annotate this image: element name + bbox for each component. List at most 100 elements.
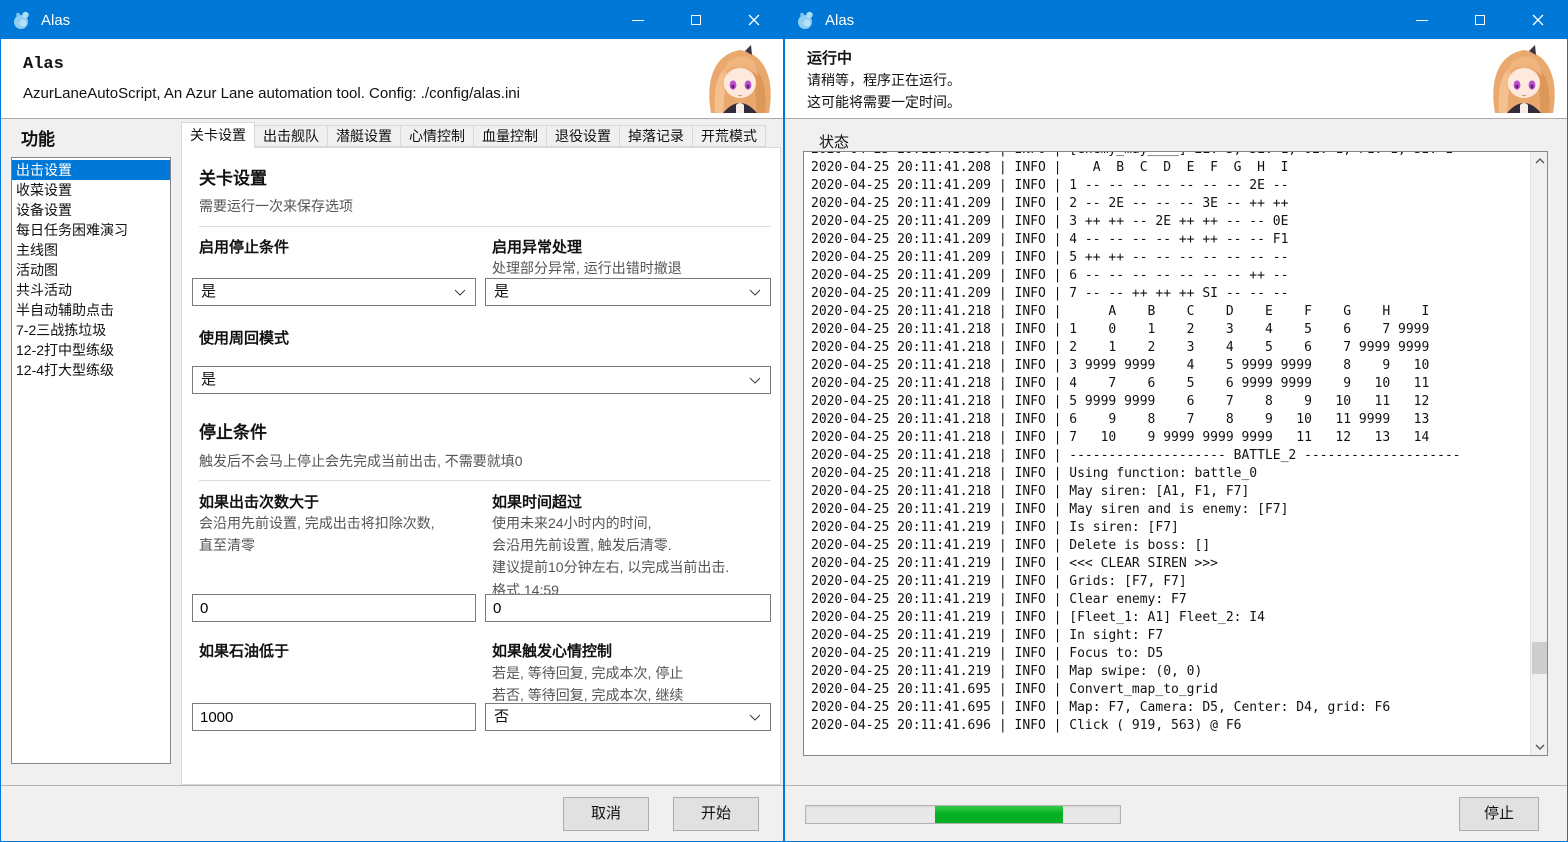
log-line: 2020-04-25 20:11:41.219 | INFO | In sigh…	[811, 627, 1529, 645]
scrollbar-up-button[interactable]	[1531, 152, 1548, 169]
divider	[199, 226, 771, 227]
log-line: 2020-04-25 20:11:41.209 | INFO | 6 -- --…	[811, 267, 1529, 285]
log-line: 2020-04-25 20:11:41.219 | INFO | Clear e…	[811, 591, 1529, 609]
minimize-icon	[1416, 20, 1428, 21]
sidebar-heading: 功能	[21, 125, 55, 150]
close-button[interactable]	[1509, 1, 1567, 39]
stop-section-title: 停止条件	[199, 418, 267, 443]
progress-bar	[805, 805, 1121, 824]
sidebar-item[interactable]: 每日任务困难演习	[12, 220, 170, 240]
loop-mode-value: 是	[201, 371, 216, 388]
log-line: 2020-04-25 20:11:41.219 | INFO | Delete …	[811, 537, 1529, 555]
tab[interactable]: 开荒模式	[692, 125, 766, 147]
if-mood-label: 如果触发心情控制	[492, 640, 612, 661]
progress-bar-fill	[935, 806, 1064, 823]
start-button[interactable]: 开始	[673, 797, 759, 831]
log-line: 2020-04-25 20:11:41.209 | INFO | 5 ++ ++…	[811, 249, 1529, 267]
log-line: 2020-04-25 20:11:41.219 | INFO | Is sire…	[811, 519, 1529, 537]
tab[interactable]: 潜艇设置	[327, 125, 401, 147]
sidebar-item[interactable]: 活动图	[12, 260, 170, 280]
stop-button[interactable]: 停止	[1459, 797, 1539, 831]
log-line: 2020-04-25 20:11:41.209 | INFO | 1 -- --…	[811, 177, 1529, 195]
running-header: 运行中 请稍等，程序正在运行。 这可能将需要一定时间。	[785, 39, 1567, 119]
maximize-icon	[691, 15, 701, 25]
cancel-button[interactable]: 取消	[563, 797, 649, 831]
window-settings: Alas Alas AzurLaneAutoScript, An Azur La…	[0, 0, 784, 842]
tab[interactable]: 出击舰队	[254, 125, 328, 147]
if-oil-input[interactable]	[192, 703, 476, 731]
sidebar-item[interactable]: 出击设置	[12, 160, 170, 180]
maximize-button[interactable]	[667, 1, 725, 39]
sidebar-item[interactable]: 半自动辅助点击	[12, 300, 170, 320]
log-line: 2020-04-25 20:11:41.695 | INFO | Convert…	[811, 681, 1529, 699]
enable-exception-select[interactable]: 是	[485, 278, 771, 306]
if-time-desc2: 会沿用先前设置, 触发后清零.	[492, 535, 672, 555]
sidebar-item[interactable]: 收菜设置	[12, 180, 170, 200]
log-line: 2020-04-25 20:11:41.219 | INFO | Grids: …	[811, 573, 1529, 591]
divider	[199, 480, 771, 481]
maximize-button[interactable]	[1451, 1, 1509, 39]
tab[interactable]: 心情控制	[400, 125, 474, 147]
sidebar-item[interactable]: 共斗活动	[12, 280, 170, 300]
loop-mode-select[interactable]: 是	[192, 366, 771, 394]
enable-exception-desc: 处理部分异常, 运行出错时撤退	[492, 258, 682, 278]
enable-stop-value: 是	[201, 283, 216, 300]
log-box[interactable]: 2020-04-25 20:11:41.208 | INFO | [enemy_…	[803, 151, 1548, 756]
minimize-button[interactable]	[1393, 1, 1451, 39]
log-line: 2020-04-25 20:11:41.208 | INFO | A B C D…	[811, 159, 1529, 177]
section-title: 关卡设置	[199, 164, 267, 189]
tab[interactable]: 关卡设置	[181, 122, 255, 148]
if-count-label: 如果出击次数大于	[199, 491, 319, 512]
sidebar-item[interactable]: 主线图	[12, 240, 170, 260]
if-time-input[interactable]	[485, 594, 771, 622]
log-scrollbar[interactable]	[1530, 152, 1547, 755]
tab-bar: 关卡设置出击舰队潜艇设置心情控制血量控制退役设置掉落记录开荒模式	[181, 122, 766, 148]
if-count-desc1: 会沿用先前设置, 完成出击将扣除次数,	[199, 513, 435, 533]
log-line: 2020-04-25 20:11:41.209 | INFO | 2 -- 2E…	[811, 195, 1529, 213]
sidebar-item[interactable]: 7-2三战拣垃圾	[12, 320, 170, 340]
chevron-down-icon	[1535, 744, 1545, 750]
if-count-desc2: 直至清零	[199, 535, 255, 555]
running-footer: 停止	[785, 785, 1567, 840]
log-line: 2020-04-25 20:11:41.218 | INFO | 3 9999 …	[811, 357, 1529, 375]
tab[interactable]: 掉落记录	[619, 125, 693, 147]
alas-logo-icon	[796, 10, 816, 30]
if-mood-select[interactable]: 否	[485, 703, 771, 731]
log-line: 2020-04-25 20:11:41.218 | INFO | -------…	[811, 447, 1529, 465]
scrollbar-thumb[interactable]	[1532, 642, 1547, 674]
chevron-down-icon	[454, 289, 466, 297]
chevron-down-icon	[749, 714, 761, 722]
sidebar-item[interactable]: 12-2打中型练级	[12, 340, 170, 360]
if-oil-label: 如果石油低于	[199, 640, 289, 661]
scrollbar-down-button[interactable]	[1531, 738, 1548, 755]
running-line2: 这可能将需要一定时间。	[807, 92, 961, 112]
log-line: 2020-04-25 20:11:41.219 | INFO | May sir…	[811, 501, 1529, 519]
tab[interactable]: 退役设置	[546, 125, 620, 147]
settings-body: 功能 出击设置收菜设置设备设置每日任务困难演习主线图活动图共斗活动半自动辅助点击…	[1, 119, 783, 840]
enable-stop-select[interactable]: 是	[192, 278, 476, 306]
loop-mode-label: 使用周回模式	[199, 327, 289, 348]
if-time-desc1: 使用未来24小时内的时间,	[492, 513, 651, 533]
enable-exception-value: 是	[494, 283, 509, 300]
chevron-down-icon	[749, 377, 761, 385]
if-count-input[interactable]	[192, 594, 476, 622]
close-button[interactable]	[725, 1, 783, 39]
titlebar[interactable]: Alas	[1, 1, 783, 39]
log-line: 2020-04-25 20:11:41.209 | INFO | 7 -- --…	[811, 285, 1529, 303]
desktop: Alas Alas AzurLaneAutoScript, An Azur La…	[0, 0, 1568, 842]
function-list[interactable]: 出击设置收菜设置设备设置每日任务困难演习主线图活动图共斗活动半自动辅助点击7-2…	[11, 157, 171, 764]
chevron-up-icon	[1535, 158, 1545, 164]
log-line: 2020-04-25 20:11:41.218 | INFO | 4 7 6 5…	[811, 375, 1529, 393]
sidebar-item[interactable]: 12-4打大型练级	[12, 360, 170, 380]
minimize-button[interactable]	[609, 1, 667, 39]
running-title: 运行中	[807, 47, 852, 68]
avatar-image	[1489, 43, 1559, 113]
log-line: 2020-04-25 20:11:41.218 | INFO | 2 1 2 3…	[811, 339, 1529, 357]
tab[interactable]: 血量控制	[473, 125, 547, 147]
log-line: 2020-04-25 20:11:41.218 | INFO | 7 10 9 …	[811, 429, 1529, 447]
window-running: Alas 运行中 请稍等，程序正在运行。 这可能将需要一定时间。	[784, 0, 1568, 842]
log-line: 2020-04-25 20:11:41.219 | INFO | Map swi…	[811, 663, 1529, 681]
section-subtitle: 需要运行一次来保存选项	[199, 196, 353, 216]
titlebar[interactable]: Alas	[785, 1, 1567, 39]
sidebar-item[interactable]: 设备设置	[12, 200, 170, 220]
